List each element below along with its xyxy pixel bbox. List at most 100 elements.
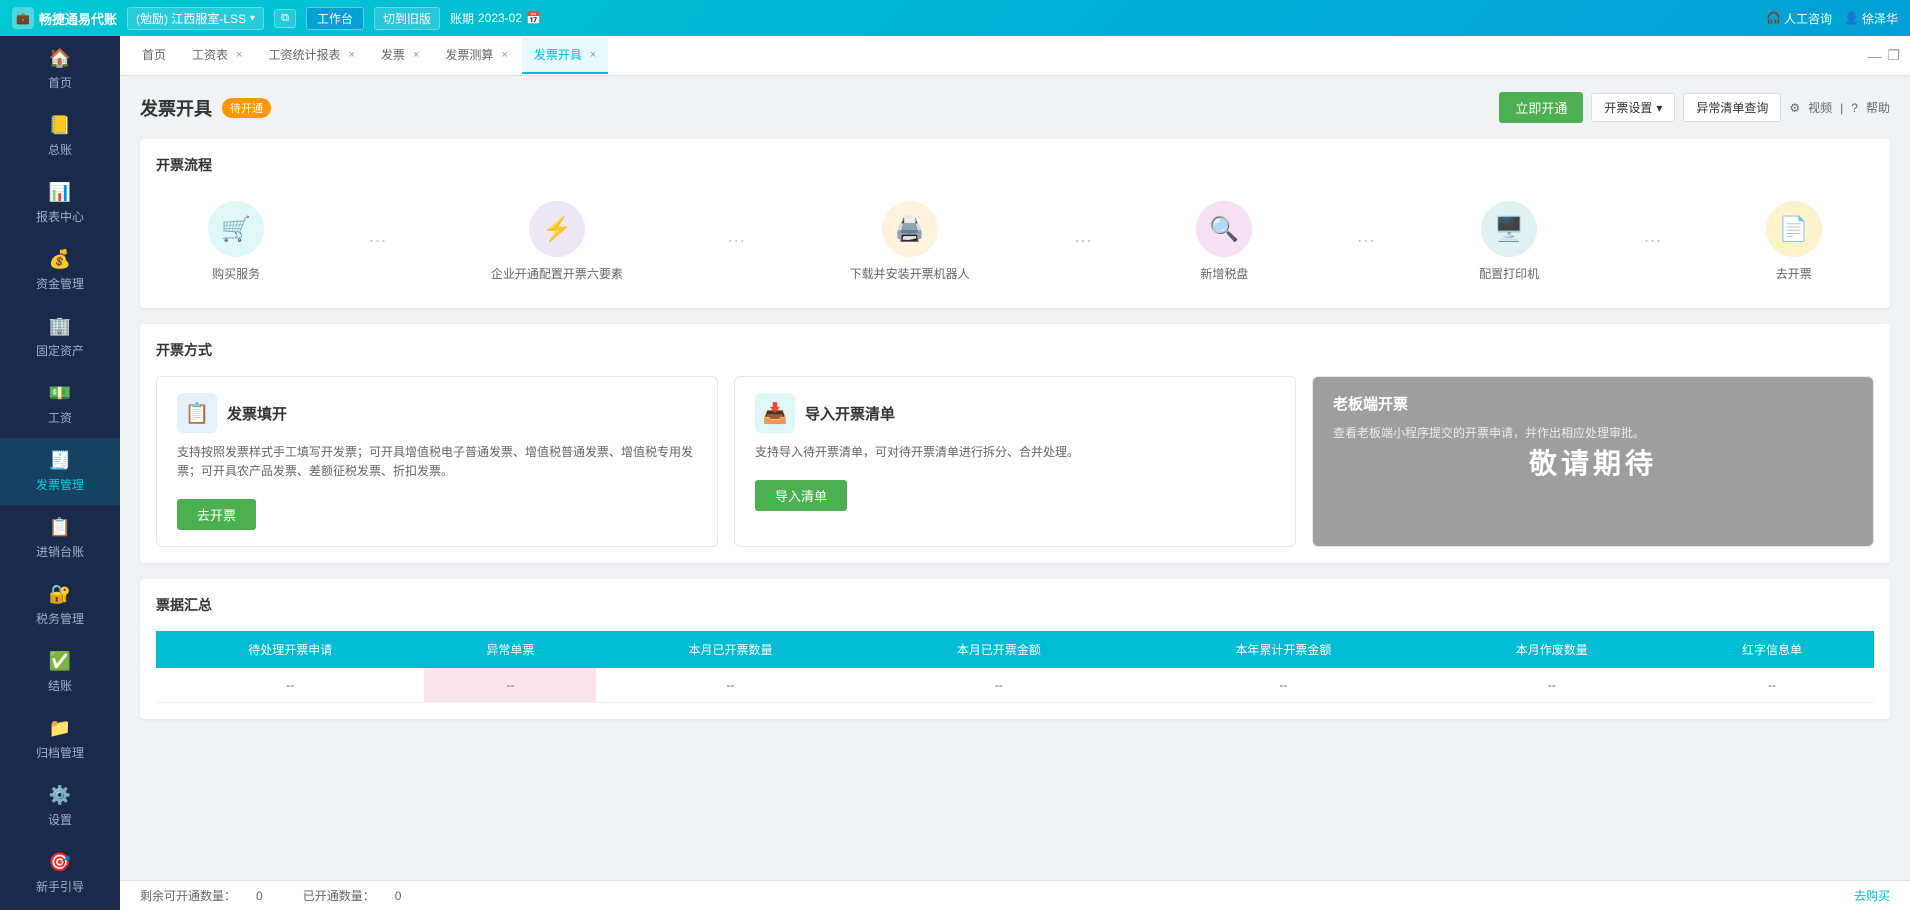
sidebar-item-tax-label: 税务管理 bbox=[36, 610, 84, 627]
customer-service-btn[interactable]: 🎧 人工咨询 bbox=[1766, 10, 1832, 27]
step-config-enterprise[interactable]: ⚡ 企业开通配置开票六要素 bbox=[491, 201, 623, 282]
col-month-count: 本月已开票数量 bbox=[596, 631, 864, 668]
settings-arrow-icon: ▾ bbox=[1656, 101, 1662, 115]
page-title: 发票开具 bbox=[140, 95, 212, 121]
step-open-invoice[interactable]: 📄 去开票 bbox=[1766, 201, 1822, 282]
reports-icon: 📊 bbox=[49, 182, 71, 203]
sidebar-item-purchase[interactable]: 📋 进销台账 bbox=[0, 505, 120, 572]
method-boss-header: 老板端开票 bbox=[1333, 393, 1853, 414]
tab-salary-table-close[interactable]: × bbox=[236, 49, 242, 61]
tab-invoice-open[interactable]: 发票开具 × bbox=[522, 38, 608, 74]
tab-invoice-list-close[interactable]: × bbox=[413, 49, 419, 61]
arrow-4-icon: ⋯ bbox=[1357, 231, 1375, 252]
cell-void-count: -- bbox=[1434, 668, 1670, 703]
arrow-1-icon: ⋯ bbox=[369, 231, 387, 252]
sidebar-item-archive[interactable]: 📁 归档管理 bbox=[0, 706, 120, 773]
cell-abnormal: -- bbox=[424, 668, 596, 703]
sidebar-item-home-label: 首页 bbox=[48, 74, 72, 91]
sidebar-item-funds-label: 资金管理 bbox=[36, 275, 84, 292]
app-logo-text: 畅捷通易代账 bbox=[39, 9, 117, 28]
top-bar-right: 🎧 人工咨询 👤 徐泽华 bbox=[1766, 10, 1898, 27]
tab-invoice-open-close[interactable]: × bbox=[590, 49, 596, 61]
sidebar-item-home[interactable]: 🏠 首页 bbox=[0, 36, 120, 103]
sidebar-item-settlement[interactable]: ✅ 结账 bbox=[0, 639, 120, 706]
fill-invoice-button[interactable]: 去开票 bbox=[177, 499, 256, 530]
method-import-header: 📥 导入开票清单 bbox=[755, 393, 1275, 433]
invoice-icon: 🧾 bbox=[49, 450, 71, 471]
tab-salary-report[interactable]: 工资统计报表 × bbox=[256, 38, 366, 74]
import-invoice-button[interactable]: 导入清单 bbox=[755, 480, 847, 511]
step-add-taxbox[interactable]: 🔍 新增税盘 bbox=[1196, 201, 1252, 282]
step-buy-service[interactable]: 🛒 购买服务 bbox=[208, 201, 264, 282]
sidebar-item-invoice[interactable]: 🧾 发票管理 bbox=[0, 438, 120, 505]
sidebar-item-assets-label: 固定资产 bbox=[36, 342, 84, 359]
sidebar-item-salary[interactable]: 💵 工资 bbox=[0, 371, 120, 438]
calendar-icon[interactable]: 📅 bbox=[526, 11, 541, 25]
tab-salary-table-label: 工资表 bbox=[192, 46, 228, 63]
col-month-amount: 本月已开票金额 bbox=[865, 631, 1133, 668]
step-config-printer[interactable]: 🖥️ 配置打印机 bbox=[1479, 201, 1539, 282]
tab-invoice-calc-label: 发票测算 bbox=[445, 46, 493, 63]
tab-minimize-icon[interactable]: — bbox=[1867, 48, 1881, 64]
company-arrow-icon: ▾ bbox=[250, 13, 255, 24]
remaining-label: 剩余可开通数量： bbox=[140, 887, 236, 904]
user-profile-btn[interactable]: 👤 徐泽华 bbox=[1844, 10, 1898, 27]
cell-month-amount: -- bbox=[865, 668, 1133, 703]
col-abnormal: 异常单票 bbox=[424, 631, 596, 668]
sidebar-item-guide[interactable]: 🎯 新手引导 bbox=[0, 840, 120, 907]
step-open-invoice-label: 去开票 bbox=[1776, 265, 1812, 282]
method-card-boss: 老板端开票 查看老板端小程序提交的开票申请，并作出相应处理审批。 敬请期待 bbox=[1312, 376, 1874, 547]
tab-invoice-calc[interactable]: 发票测算 × bbox=[433, 38, 519, 74]
switch-version-button[interactable]: 切到旧版 bbox=[374, 7, 440, 30]
step-config-enterprise-icon: ⚡ bbox=[529, 201, 585, 257]
page-content: 发票开具 待开通 立即开通 开票设置 ▾ 异常清单查询 ⚙ 视频 | ? bbox=[120, 76, 1910, 880]
sidebar-item-tax[interactable]: 🔐 税务管理 bbox=[0, 572, 120, 639]
sidebar-item-funds[interactable]: 💰 资金管理 bbox=[0, 237, 120, 304]
summary-header-row: 待处理开票申请 异常单票 本月已开票数量 本月已开票金额 本年累计开票金额 本月… bbox=[156, 631, 1874, 668]
sidebar-item-reports[interactable]: 📊 报表中心 bbox=[0, 170, 120, 237]
settings-icon: ⚙️ bbox=[49, 785, 71, 806]
top-bar-left: 💼 畅捷通易代账 (勉励) 江西服室-LSS ▾ ⧉ 工作台 切到旧版 账期 2… bbox=[12, 7, 541, 30]
tab-restore-icon[interactable]: ❐ bbox=[1887, 47, 1900, 64]
step-buy-service-icon: 🛒 bbox=[208, 201, 264, 257]
tab-invoice-calc-close[interactable]: × bbox=[501, 49, 507, 61]
invoice-methods: 📋 发票填开 支持按照发票样式手工填写开发票；可开具增值税电子普通发票、增值税普… bbox=[156, 376, 1874, 547]
sidebar-item-settings[interactable]: ⚙️ 设置 bbox=[0, 773, 120, 840]
sidebar-item-assets[interactable]: 🏢 固定资产 bbox=[0, 304, 120, 371]
copy-button[interactable]: ⧉ bbox=[274, 9, 296, 28]
ledger-icon: 📒 bbox=[49, 115, 71, 136]
step-download-robot-icon: 🖨️ bbox=[882, 201, 938, 257]
sidebar-item-reports-label: 报表中心 bbox=[36, 208, 84, 225]
coming-soon-text: 敬请期待 bbox=[1529, 442, 1657, 482]
tab-invoice-list-label: 发票 bbox=[381, 46, 405, 63]
step-download-robot[interactable]: 🖨️ 下载并安装开票机器人 bbox=[850, 201, 970, 282]
cell-red-info: -- bbox=[1670, 668, 1874, 703]
salary-icon: 💵 bbox=[49, 383, 71, 404]
methods-section-title: 开票方式 bbox=[156, 340, 1874, 360]
tab-salary-table[interactable]: 工资表 × bbox=[180, 38, 254, 74]
immediate-open-button[interactable]: 立即开通 bbox=[1499, 92, 1583, 123]
company-selector[interactable]: (勉励) 江西服室-LSS ▾ bbox=[127, 7, 264, 30]
tab-salary-report-close[interactable]: × bbox=[348, 49, 354, 61]
workspace-button[interactable]: 工作台 bbox=[306, 7, 364, 30]
col-year-amount: 本年累计开票金额 bbox=[1133, 631, 1434, 668]
tax-icon: 🔐 bbox=[49, 584, 71, 605]
buy-link[interactable]: 去购买 bbox=[1854, 887, 1890, 904]
tab-invoice-list[interactable]: 发票 × bbox=[369, 38, 431, 74]
username-label: 徐泽华 bbox=[1862, 10, 1898, 27]
ticket-settings-button[interactable]: 开票设置 ▾ bbox=[1591, 93, 1675, 122]
top-bar: 💼 畅捷通易代账 (勉励) 江西服室-LSS ▾ ⧉ 工作台 切到旧版 账期 2… bbox=[0, 0, 1910, 36]
tab-home[interactable]: 首页 bbox=[130, 38, 178, 74]
method-import-title: 导入开票清单 bbox=[805, 403, 895, 424]
cell-pending: -- bbox=[156, 668, 424, 703]
method-fill-title: 发票填开 bbox=[227, 403, 287, 424]
bottom-bar: 剩余可开通数量： 0 已开通数量： 0 去购买 bbox=[120, 880, 1910, 910]
help-label: 帮助 bbox=[1866, 99, 1890, 116]
purchase-icon: 📋 bbox=[49, 517, 71, 538]
abnormal-query-button[interactable]: 异常清单查询 bbox=[1683, 93, 1781, 122]
help-icon: ? bbox=[1851, 101, 1858, 115]
process-section-title: 开票流程 bbox=[156, 155, 1874, 175]
method-fill-header: 📋 发票填开 bbox=[177, 393, 697, 433]
sidebar-item-ledger[interactable]: 📒 总账 bbox=[0, 103, 120, 170]
ticket-settings-label: 开票设置 bbox=[1604, 99, 1652, 116]
